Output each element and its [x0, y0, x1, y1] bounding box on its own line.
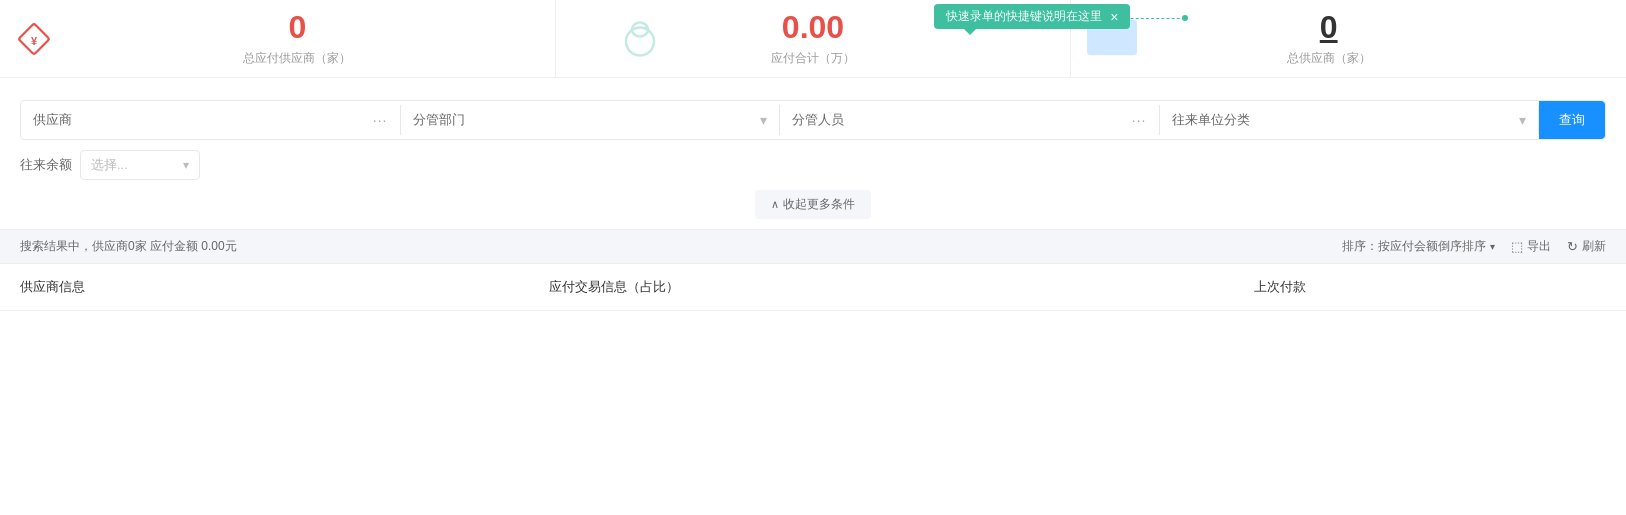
total-suppliers-value: 0: [1320, 10, 1338, 45]
stats-bar: ¥ 0 总应付供应商（家） 0.00 应付合计（万） 快速录单的快捷键说明在这里…: [0, 0, 1626, 78]
tooltip-close-button[interactable]: ×: [1110, 10, 1118, 24]
refresh-icon: ↻: [1567, 239, 1578, 254]
export-icon: ⬚: [1511, 239, 1523, 254]
refresh-button[interactable]: ↻ 刷新: [1567, 238, 1606, 255]
collapse-button[interactable]: ∧ 收起更多条件: [755, 190, 871, 219]
payable-sum-label: 应付合计（万）: [771, 50, 855, 67]
dept-input[interactable]: [471, 113, 761, 128]
category-dropdown-icon[interactable]: ▾: [1519, 112, 1526, 128]
tooltip-text: 快速录单的快捷键说明在这里: [946, 8, 1102, 25]
dept-field: 分管部门 ▾: [401, 105, 781, 135]
tooltip-bubble: 快速录单的快捷键说明在这里 ×: [934, 4, 1130, 29]
dept-dropdown-icon[interactable]: ▾: [760, 112, 767, 128]
person-field: 分管人员 ···: [780, 105, 1160, 135]
stat-payable-sum: 0.00 应付合计（万） 快速录单的快捷键说明在这里 ×: [556, 0, 1072, 77]
balance-dropdown-icon[interactable]: ▾: [183, 158, 189, 172]
balance-field: 往来余额 选择... ▾: [20, 150, 200, 180]
results-actions: 排序：按应付会额倒序排序 ▾ ⬚ 导出 ↻ 刷新: [1342, 238, 1606, 255]
supplier-label: 供应商: [33, 111, 72, 129]
results-summary: 搜索结果中，供应商0家 应付金额 0.00元: [20, 238, 237, 255]
svg-point-4: [644, 26, 647, 29]
stat-total-payable: ¥ 0 总应付供应商（家）: [0, 0, 556, 77]
person-more-icon[interactable]: ···: [1132, 112, 1147, 128]
total-payable-value: 0: [288, 10, 306, 45]
table-header: 供应商信息 应付交易信息（占比） 上次付款: [0, 264, 1626, 311]
stat-total-suppliers: 0 总供应商（家）: [1071, 0, 1626, 77]
supplier-more-icon[interactable]: ···: [373, 112, 388, 128]
query-button[interactable]: 查询: [1539, 101, 1605, 139]
dept-label: 分管部门: [413, 111, 465, 129]
svg-text:¥: ¥: [31, 34, 38, 46]
sort-label: 排序：按应付会额倒序排序: [1342, 238, 1486, 255]
category-input[interactable]: [1256, 113, 1520, 128]
svg-point-2: [626, 27, 654, 55]
table-body: [0, 311, 1626, 515]
category-label: 往来单位分类: [1172, 111, 1250, 129]
collapse-label: 收起更多条件: [783, 196, 855, 213]
sort-button[interactable]: 排序：按应付会额倒序排序 ▾: [1342, 238, 1495, 255]
table-header-col-1: 供应商信息: [20, 278, 549, 296]
supplier-input[interactable]: [78, 113, 373, 128]
balance-placeholder: 选择...: [91, 156, 183, 174]
filter-section: 供应商 ··· 分管部门 ▾ 分管人员 ··· 往来单位分类 ▾: [0, 86, 1626, 230]
table-header-col-3: 上次付款: [1254, 278, 1606, 296]
balance-label: 往来余额: [20, 156, 72, 174]
total-suppliers-label: 总供应商（家）: [1287, 50, 1371, 67]
total-payable-label: 总应付供应商（家）: [243, 50, 351, 67]
category-field: 往来单位分类 ▾: [1160, 105, 1540, 135]
diamond-icon: ¥: [12, 17, 56, 61]
piggy-icon: [616, 13, 664, 64]
person-label: 分管人员: [792, 111, 844, 129]
results-bar: 搜索结果中，供应商0家 应付金额 0.00元 排序：按应付会额倒序排序 ▾ ⬚ …: [0, 230, 1626, 264]
table-header-col-2: 应付交易信息（占比）: [549, 278, 1254, 296]
collapse-up-icon: ∧: [771, 198, 779, 211]
refresh-label: 刷新: [1582, 238, 1606, 255]
export-button[interactable]: ⬚ 导出: [1511, 238, 1551, 255]
payable-sum-value: 0.00: [782, 10, 844, 45]
export-label: 导出: [1527, 238, 1551, 255]
sort-icon: ▾: [1490, 241, 1495, 252]
supplier-field: 供应商 ···: [21, 105, 401, 135]
person-input[interactable]: [850, 113, 1132, 128]
